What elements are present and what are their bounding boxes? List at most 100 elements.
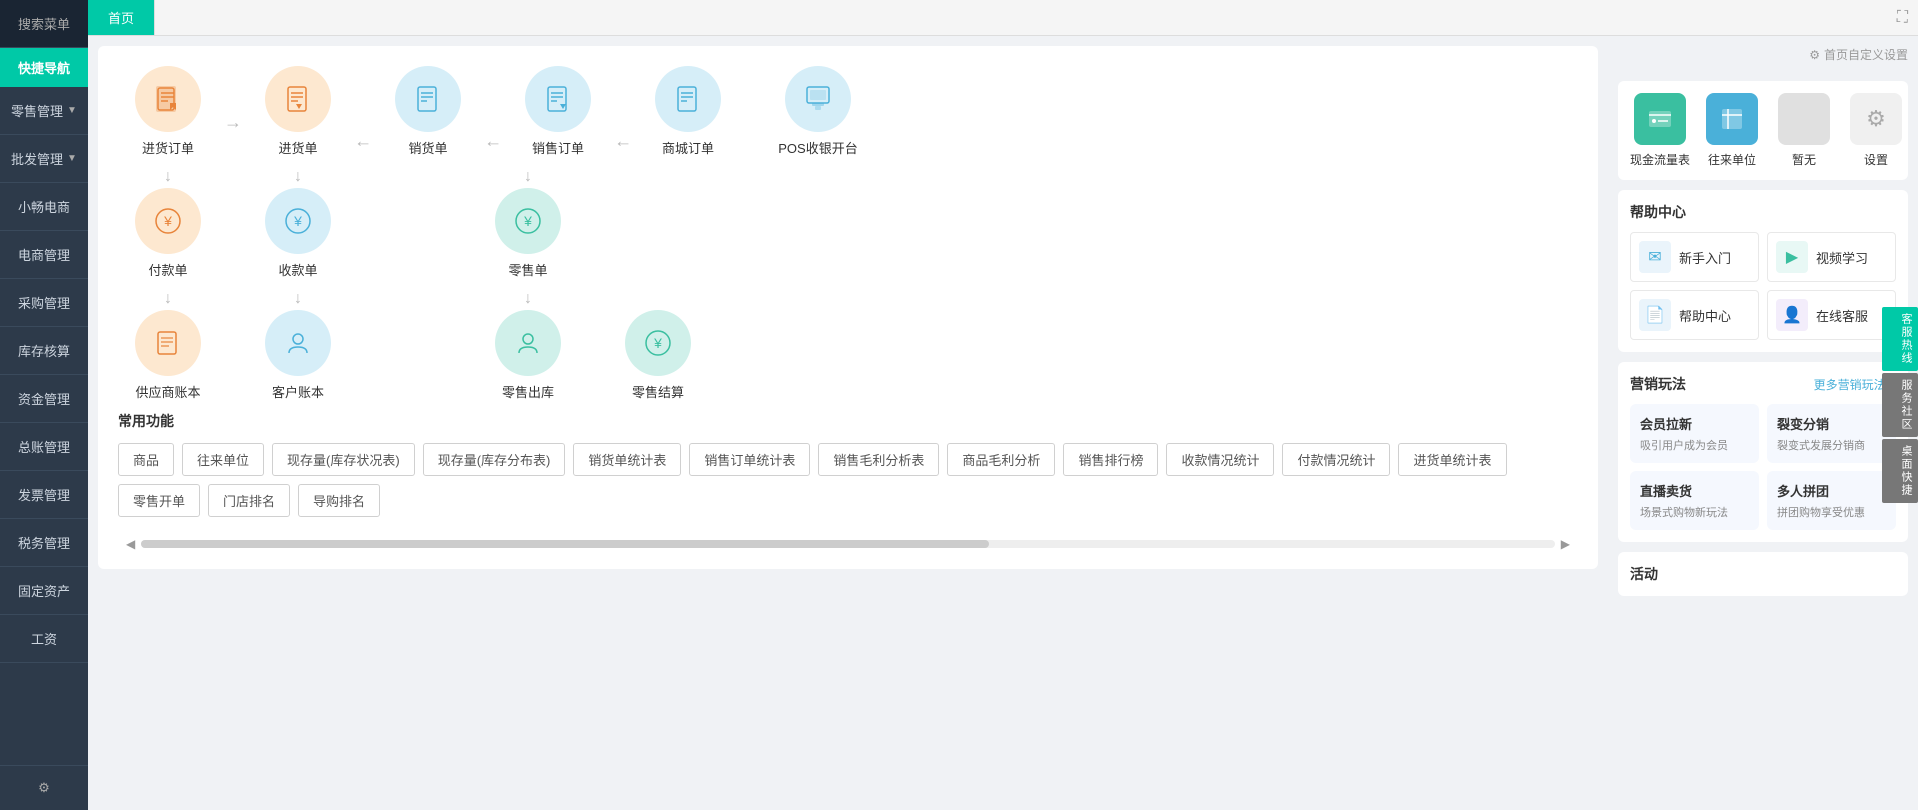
quick-icon-settings[interactable]: ⚙ 设置 xyxy=(1846,93,1906,168)
sidebar-item-purchase[interactable]: 采购管理 xyxy=(0,279,88,327)
float-btn-community[interactable]: 服务社区 xyxy=(1882,373,1918,437)
flow-node-mall-order[interactable]: 商城订单 xyxy=(638,66,738,157)
flow-node-payment[interactable]: ¥ 付款单 xyxy=(118,188,218,279)
func-btn-sales-stat[interactable]: 销货单统计表 xyxy=(573,443,681,476)
flow-node-sales-order[interactable]: 销售订单 xyxy=(508,66,608,157)
activity-title: 活动 xyxy=(1630,564,1896,584)
func-btn-retail-order[interactable]: 零售开单 xyxy=(118,484,200,517)
marketing-grid: 会员拉新 吸引用户成为会员 裂变分销 裂变式发展分销商 直播卖货 场景式购物新玩… xyxy=(1630,404,1896,530)
svg-text:¥: ¥ xyxy=(293,213,302,229)
flow-node-supplier-account[interactable]: 供应商账本 xyxy=(118,310,218,401)
arrow-1: → xyxy=(218,112,248,157)
func-buttons: 商品 往来单位 现存量(库存状况表) 现存量(库存分布表) 销货单统计表 销售订… xyxy=(118,443,1578,517)
arrow-3: → xyxy=(478,112,508,157)
func-btn-store-rank[interactable]: 门店排名 xyxy=(208,484,290,517)
sidebar-item-ledger[interactable]: 总账管理 xyxy=(0,423,88,471)
flow-node-retail-out[interactable]: 零售出库 xyxy=(478,310,578,401)
func-btn-purchase-stat[interactable]: 进货单统计表 xyxy=(1398,443,1506,476)
sidebar-search[interactable]: 搜索菜单 xyxy=(0,0,88,48)
none-icon xyxy=(1778,93,1830,145)
svg-text:¥: ¥ xyxy=(163,213,172,229)
sidebar-item-tax[interactable]: 税务管理 xyxy=(0,519,88,567)
flow-node-receipt[interactable]: ¥ 收款单 xyxy=(248,188,348,279)
float-buttons: 客服热线 服务社区 桌面快捷 xyxy=(1882,307,1918,503)
down-arrow-3: ↓ xyxy=(524,167,532,186)
func-btn-stock2[interactable]: 现存量(库存分布表) xyxy=(423,443,566,476)
help-item-service[interactable]: 👤 在线客服 xyxy=(1767,290,1896,340)
mall-order-icon xyxy=(655,66,721,132)
quick-icon-cashflow[interactable]: 现金流量表 xyxy=(1630,93,1690,168)
func-btn-guide-rank[interactable]: 导购排名 xyxy=(298,484,380,517)
payment-icon: ¥ xyxy=(135,188,201,254)
marketing-item-fission[interactable]: 裂变分销 裂变式发展分销商 xyxy=(1767,404,1896,463)
marketing-item-live[interactable]: 直播卖货 场景式购物新玩法 xyxy=(1630,471,1759,530)
settings-icon: ⚙ xyxy=(38,780,50,795)
tab-bar: 首页 ⛶ xyxy=(88,0,1918,36)
func-btn-product-profit[interactable]: 商品毛利分析 xyxy=(947,443,1055,476)
down-arrow-4: ↓ xyxy=(164,289,172,308)
left-panel: 进货订单 → xyxy=(88,36,1608,810)
down-arrow-5: ↓ xyxy=(294,289,302,308)
customize-header[interactable]: ⚙ 首页自定义设置 xyxy=(1618,46,1908,63)
func-btn-profit-analysis[interactable]: 销售毛利分析表 xyxy=(818,443,939,476)
expand-icon[interactable]: ⛶ xyxy=(1887,9,1918,27)
func-btn-product[interactable]: 商品 xyxy=(118,443,174,476)
sidebar-settings[interactable]: ⚙ xyxy=(0,765,88,810)
help-center-title: 帮助中心 xyxy=(1630,202,1896,222)
func-btn-payment-stat[interactable]: 付款情况统计 xyxy=(1282,443,1390,476)
func-btn-sales-rank[interactable]: 销售排行榜 xyxy=(1063,443,1158,476)
quick-icons-card: 现金流量表 往来单位 xyxy=(1618,81,1908,180)
sidebar-item-wholesale[interactable]: 批发管理 ▼ xyxy=(0,135,88,183)
tab-home[interactable]: 首页 xyxy=(88,0,155,35)
svg-text:¥: ¥ xyxy=(653,335,662,351)
down-arrow-1: ↓ xyxy=(164,167,172,186)
customer-account-icon xyxy=(265,310,331,376)
purchase-icon xyxy=(265,66,331,132)
svg-text:¥: ¥ xyxy=(523,213,532,229)
retail-settle-icon: ¥ xyxy=(625,310,691,376)
service-icon: 👤 xyxy=(1776,299,1808,331)
func-btn-stock1[interactable]: 现存量(库存状况表) xyxy=(272,443,415,476)
sidebar: 搜索菜单 快捷导航 零售管理 ▼ 批发管理 ▼ 小畅电商 电商管理 采购管理 库… xyxy=(0,0,88,810)
scroll-right-icon[interactable]: ▶ xyxy=(1561,537,1570,551)
func-btn-sales-order-stat[interactable]: 销售订单统计表 xyxy=(689,443,810,476)
quick-icon-contacts[interactable]: 往来单位 xyxy=(1702,93,1762,168)
common-func-title: 常用功能 xyxy=(118,411,1578,431)
sidebar-item-retail[interactable]: 零售管理 ▼ xyxy=(0,87,88,135)
quick-icon-none[interactable]: 暂无 xyxy=(1774,93,1834,168)
help-item-beginner[interactable]: ✉ 新手入门 xyxy=(1630,232,1759,282)
sidebar-item-invoice[interactable]: 发票管理 xyxy=(0,471,88,519)
flow-node-sales[interactable]: 销货单 xyxy=(378,66,478,157)
flow-node-retail[interactable]: ¥ 零售单 xyxy=(478,188,578,279)
help-item-help[interactable]: 📄 帮助中心 xyxy=(1630,290,1759,340)
scroll-track[interactable] xyxy=(141,540,1555,548)
marketing-item-member[interactable]: 会员拉新 吸引用户成为会员 xyxy=(1630,404,1759,463)
sidebar-item-ecommerce-small[interactable]: 小畅电商 xyxy=(0,183,88,231)
sidebar-item-salary[interactable]: 工资 xyxy=(0,615,88,663)
marketing-item-group[interactable]: 多人拼团 拼团购物享受优惠 xyxy=(1767,471,1896,530)
sidebar-nav-label: 快捷导航 xyxy=(0,48,88,87)
flow-node-purchase[interactable]: 进货单 xyxy=(248,66,348,157)
retail-icon: ¥ xyxy=(495,188,561,254)
func-btn-receipt-stat[interactable]: 收款情况统计 xyxy=(1166,443,1274,476)
sidebar-item-inventory[interactable]: 库存核算 xyxy=(0,327,88,375)
quick-icons-row: 现金流量表 往来单位 xyxy=(1630,93,1896,168)
pos-icon xyxy=(785,66,851,132)
arrow-4: → xyxy=(608,112,638,157)
flow-node-retail-settle[interactable]: ¥ 零售结算 xyxy=(608,310,708,401)
flow-node-customer-account[interactable]: 客户账本 xyxy=(248,310,348,401)
float-btn-desktop[interactable]: 桌面快捷 xyxy=(1882,439,1918,503)
help-item-video[interactable]: ▶ 视频学习 xyxy=(1767,232,1896,282)
sidebar-item-ecommerce[interactable]: 电商管理 xyxy=(0,231,88,279)
float-btn-hotline[interactable]: 客服热线 xyxy=(1882,307,1918,371)
sidebar-item-assets[interactable]: 固定资产 xyxy=(0,567,88,615)
main: 首页 ⛶ xyxy=(88,0,1918,810)
activity-card: 活动 xyxy=(1618,552,1908,596)
func-btn-contact[interactable]: 往来单位 xyxy=(182,443,264,476)
scroll-left-icon[interactable]: ◀ xyxy=(126,537,135,551)
sales-order-icon xyxy=(525,66,591,132)
cashflow-icon xyxy=(1634,93,1686,145)
flow-node-purchase-order[interactable]: 进货订单 xyxy=(118,66,218,157)
sidebar-item-finance[interactable]: 资金管理 xyxy=(0,375,88,423)
flow-node-pos[interactable]: POS收银开台 xyxy=(768,66,868,157)
